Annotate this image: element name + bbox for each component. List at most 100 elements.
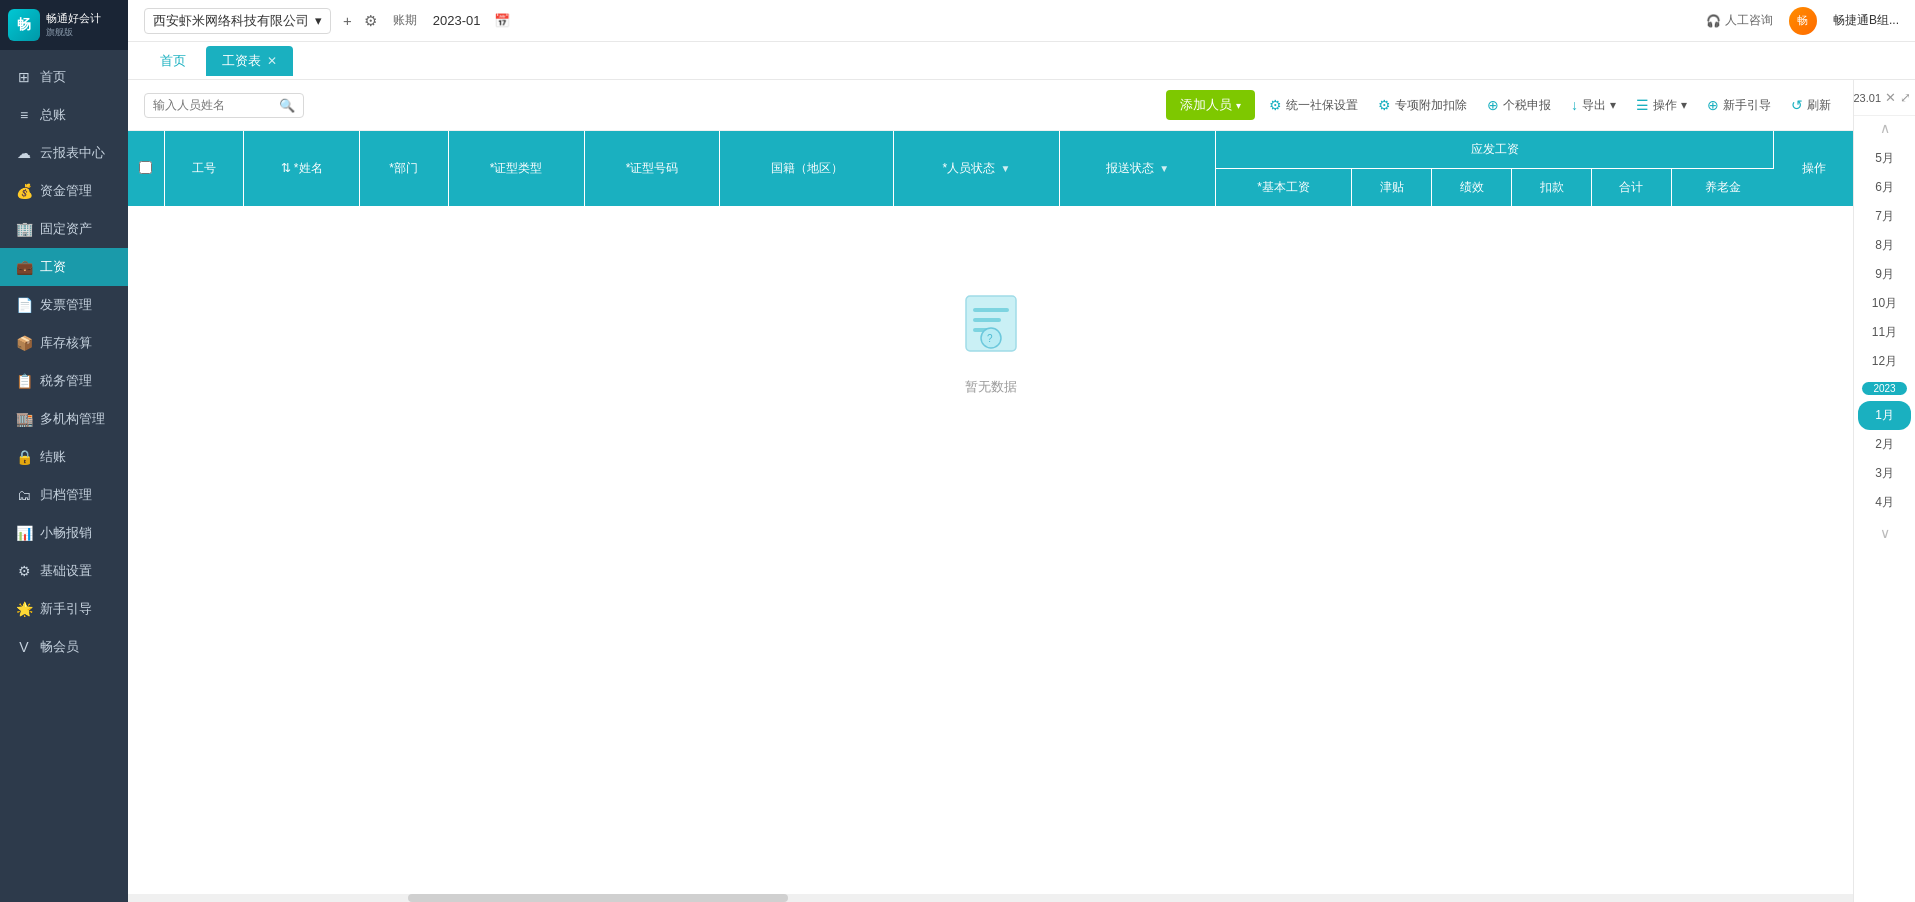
- report-filter-icon[interactable]: ▼: [1159, 163, 1169, 174]
- social-label: 统一社保设置: [1286, 97, 1358, 114]
- sidebar-item-工资[interactable]: 💼工资: [0, 248, 128, 286]
- export-icon: ↓: [1571, 97, 1578, 113]
- guide-btn[interactable]: ⊕ 新手引导: [1701, 93, 1777, 118]
- calendar-icon[interactable]: 📅: [494, 13, 510, 28]
- headset-icon: 🎧: [1706, 14, 1721, 28]
- sidebar-item-资金管理[interactable]: 💰资金管理: [0, 172, 128, 210]
- prev-year-months: 5月6月7月8月9月10月11月12月: [1854, 140, 1915, 380]
- sidebar-item-税务管理[interactable]: 📋税务管理: [0, 362, 128, 400]
- panel-expand-icon[interactable]: ⤢: [1900, 90, 1911, 105]
- sidebar-item-结账[interactable]: 🔒结账: [0, 438, 128, 476]
- panel-close-icon[interactable]: ✕: [1885, 90, 1896, 105]
- empty-state: ? 暂无数据: [128, 206, 1853, 476]
- th-operation: 操作: [1774, 131, 1853, 206]
- th-nationality: 国籍（地区）: [720, 131, 894, 206]
- nav-label: 资金管理: [40, 182, 92, 200]
- add-person-button[interactable]: 添加人员 ▾: [1166, 90, 1255, 120]
- svg-text:?: ?: [987, 333, 993, 344]
- service-label: 人工咨询: [1725, 12, 1773, 29]
- period-label: 账期: [393, 12, 417, 29]
- date-panel-header-value: 2023.01: [1853, 92, 1881, 104]
- nav-label: 小畅报销: [40, 524, 92, 542]
- month-item[interactable]: 1月: [1858, 401, 1911, 430]
- tab-payroll[interactable]: 工资表 ✕: [206, 46, 293, 76]
- nav-label: 固定资产: [40, 220, 92, 238]
- nav-icon: 📋: [16, 373, 32, 389]
- tax-btn[interactable]: ⊕ 个税申报: [1481, 93, 1557, 118]
- table-wrap: 工号 ⇅ *姓名 *部门 *证型类型 *证型号码 国籍（地区） *人员状态 ▼: [128, 131, 1853, 894]
- status-filter-icon[interactable]: ▼: [1000, 163, 1010, 174]
- th-checkbox[interactable]: [128, 131, 164, 206]
- curr-year-months: 1月2月3月4月: [1854, 397, 1915, 521]
- tax-icon: ⊕: [1487, 97, 1499, 113]
- sidebar-item-小畅报销[interactable]: 📊小畅报销: [0, 514, 128, 552]
- month-item[interactable]: 12月: [1854, 347, 1915, 376]
- month-item[interactable]: 4月: [1854, 488, 1915, 517]
- month-item[interactable]: 10月: [1854, 289, 1915, 318]
- nav-icon: ⊞: [16, 69, 32, 85]
- special-label: 专项附加扣除: [1395, 97, 1467, 114]
- export-btn[interactable]: ↓ 导出 ▾: [1565, 93, 1622, 118]
- sidebar-item-新手引导[interactable]: 🌟新手引导: [0, 590, 128, 628]
- sidebar-nav: ⊞ 首页 ≡总账 ☁ 云报表中心 💰资金管理🏢固定资产💼工资📄发票管理 📦 库存核算 📋税务管理…: [0, 50, 128, 902]
- month-item[interactable]: 9月: [1854, 260, 1915, 289]
- month-item[interactable]: 8月: [1854, 231, 1915, 260]
- service-button[interactable]: 🎧 人工咨询: [1706, 12, 1773, 29]
- user-name[interactable]: 畅捷通B组...: [1833, 12, 1899, 29]
- tab-close-icon[interactable]: ✕: [267, 54, 277, 68]
- social-insurance-btn[interactable]: ⚙ 统一社保设置: [1263, 93, 1364, 118]
- company-name: 西安虾米网络科技有限公司: [153, 12, 309, 30]
- nav-icon: ☁: [16, 145, 32, 161]
- nav-icon: 📦: [16, 335, 32, 351]
- sidebar-item-基础设置[interactable]: ⚙基础设置: [0, 552, 128, 590]
- special-deduction-btn[interactable]: ⚙ 专项附加扣除: [1372, 93, 1473, 118]
- select-all-checkbox[interactable]: [139, 161, 152, 174]
- add-btn[interactable]: +: [343, 12, 352, 29]
- sidebar-item-云报表中心[interactable]: ☁ 云报表中心: [0, 134, 128, 172]
- sidebar-item-总账[interactable]: ≡总账: [0, 96, 128, 134]
- scroll-indicator[interactable]: [128, 894, 1853, 902]
- nav-label: 归档管理: [40, 486, 92, 504]
- sidebar-item-库存核算[interactable]: 📦 库存核算: [0, 324, 128, 362]
- month-item[interactable]: 3月: [1854, 459, 1915, 488]
- operation-btn[interactable]: ☰ 操作 ▾: [1630, 93, 1693, 118]
- tab-home[interactable]: 首页: [144, 46, 202, 76]
- th-allowance: 津贴: [1352, 169, 1432, 207]
- month-item[interactable]: 7月: [1854, 202, 1915, 231]
- refresh-btn[interactable]: ↺ 刷新: [1785, 93, 1837, 118]
- settings-btn[interactable]: ⚙: [364, 12, 377, 30]
- month-item[interactable]: 5月: [1854, 144, 1915, 173]
- sidebar-item-畅会员[interactable]: V畅会员: [0, 628, 128, 666]
- nav-label: 首页: [40, 68, 66, 86]
- export-label: 导出: [1582, 97, 1606, 114]
- add-dropdown-arrow: ▾: [1236, 100, 1241, 111]
- sidebar-item-固定资产[interactable]: 🏢固定资产: [0, 210, 128, 248]
- month-item[interactable]: 6月: [1854, 173, 1915, 202]
- th-id-type: *证型类型: [448, 131, 584, 206]
- nav-icon: 🏬: [16, 411, 32, 427]
- nav-label: 畅会员: [40, 638, 79, 656]
- search-input[interactable]: [153, 98, 273, 112]
- guide-label: 新手引导: [1723, 97, 1771, 114]
- nav-label: 云报表中心: [40, 144, 105, 162]
- month-item[interactable]: 2月: [1854, 430, 1915, 459]
- scroll-thumb[interactable]: [408, 894, 788, 902]
- nav-icon: 🗂: [16, 487, 32, 503]
- sidebar-item-发票管理[interactable]: 📄发票管理: [0, 286, 128, 324]
- date-panel: 2023.01 ✕ ⤢ ∧ 5月6月7月8月9月10月11月12月 2023 1…: [1853, 80, 1915, 902]
- scroll-down-btn[interactable]: ∨: [1854, 521, 1915, 545]
- sidebar-item-首页[interactable]: ⊞ 首页: [0, 58, 128, 96]
- nav-icon: 📄: [16, 297, 32, 313]
- nav-label: 库存核算: [40, 334, 92, 352]
- app-logo: 畅 畅通好会计 旗舰版: [0, 0, 128, 50]
- month-item[interactable]: 11月: [1854, 318, 1915, 347]
- social-icon: ⚙: [1269, 97, 1282, 113]
- scroll-up-btn[interactable]: ∧: [1854, 116, 1915, 140]
- sidebar-item-归档管理[interactable]: 🗂 归档管理: [0, 476, 128, 514]
- svg-rect-1: [973, 308, 1009, 312]
- empty-icon: ?: [951, 286, 1031, 366]
- nav-icon: 💼: [16, 259, 32, 275]
- company-selector[interactable]: 西安虾米网络科技有限公司 ▾: [144, 8, 331, 34]
- th-total: 合计: [1592, 169, 1672, 207]
- sidebar-item-多机构管理[interactable]: 🏬多机构管理: [0, 400, 128, 438]
